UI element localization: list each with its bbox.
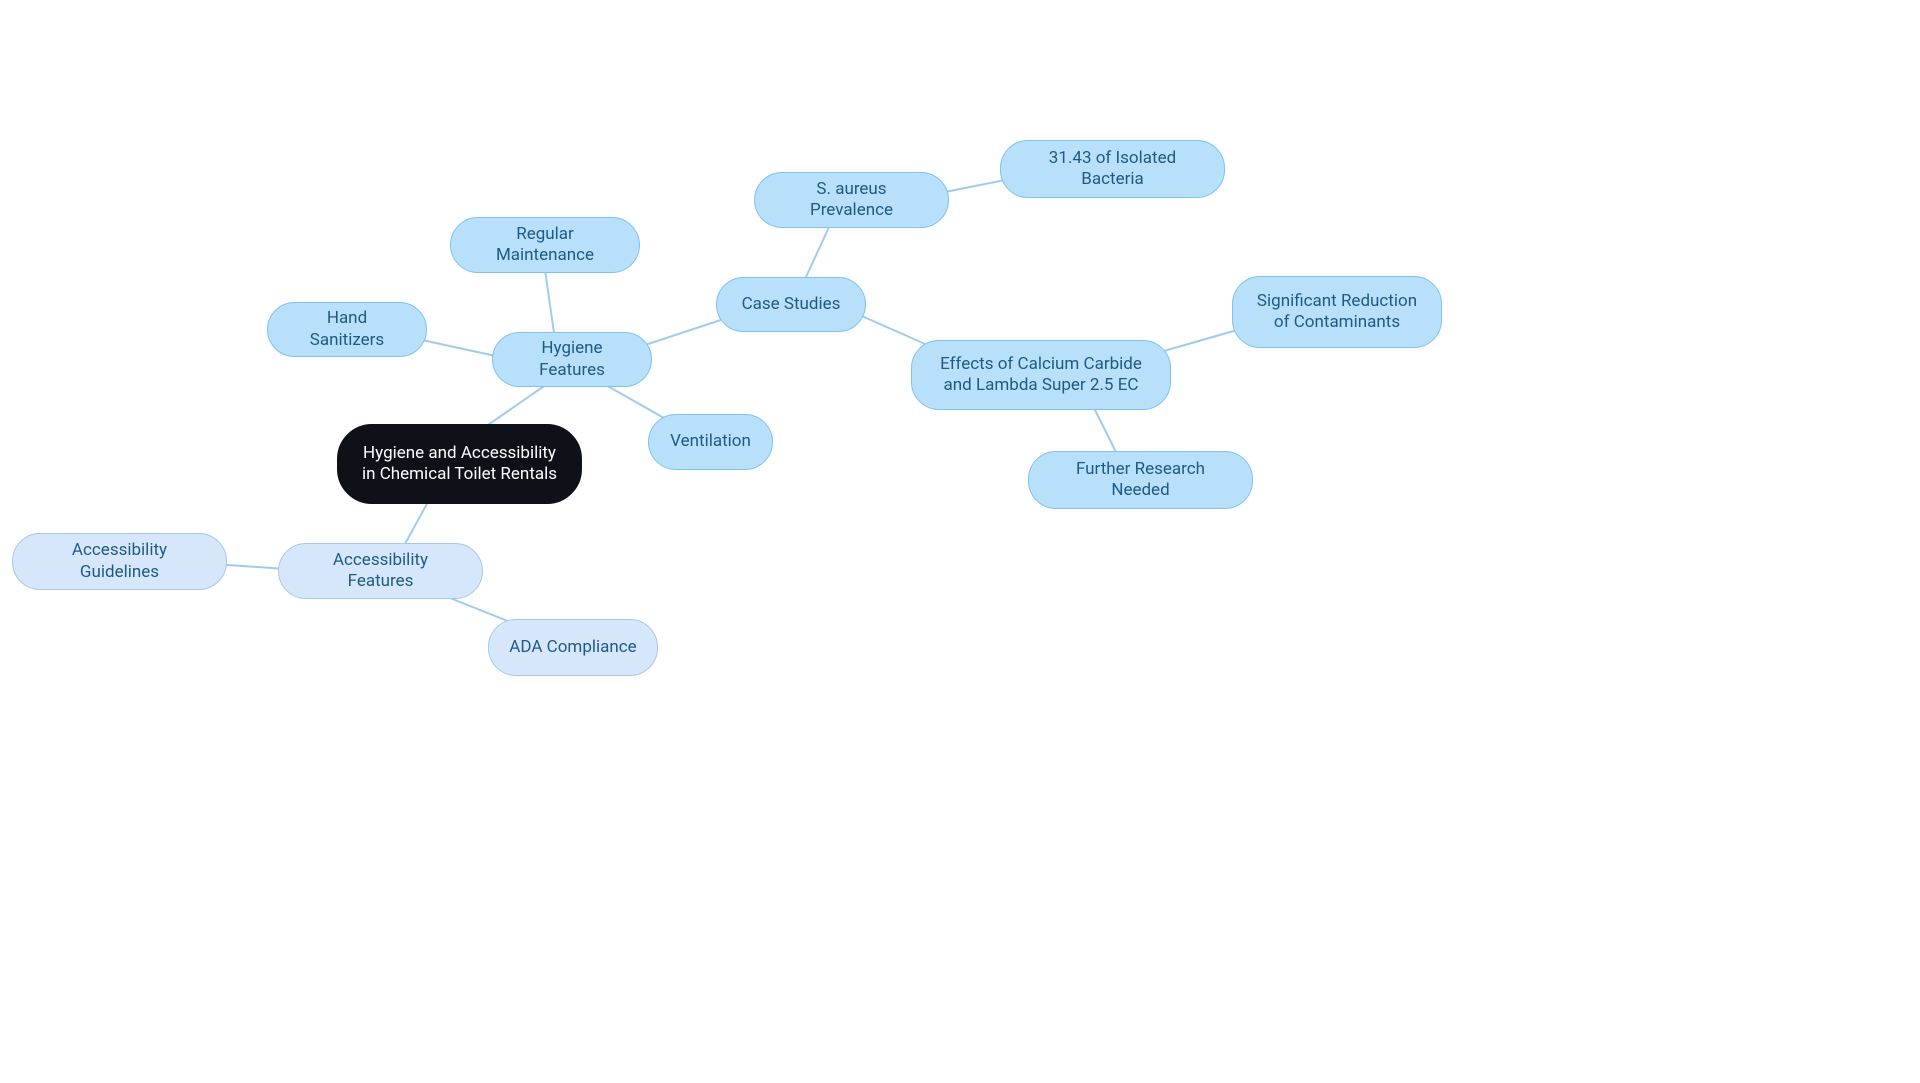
node-hygiene-features[interactable]: Hygiene Features xyxy=(492,332,652,387)
node-regular-maintenance[interactable]: Regular Maintenance xyxy=(450,217,640,273)
label-regular-maintenance: Regular Maintenance xyxy=(471,224,619,267)
label-ventilation: Ventilation xyxy=(670,431,751,452)
node-isolated-bacteria[interactable]: 31.43 of Isolated Bacteria xyxy=(1000,140,1225,198)
node-reduction-contaminants[interactable]: Significant Reduction of Contaminants xyxy=(1232,276,1442,348)
label-s-aureus: S. aureus Prevalence xyxy=(775,179,928,222)
label-hand-sanitizers: Hand Sanitizers xyxy=(288,308,406,351)
node-accessibility-guidelines[interactable]: Accessibility Guidelines xyxy=(12,533,227,590)
label-reduction-contaminants: Significant Reduction of Contaminants xyxy=(1253,291,1421,334)
node-ventilation[interactable]: Ventilation xyxy=(648,414,773,470)
edge-layer xyxy=(0,0,1920,1083)
label-hygiene-features: Hygiene Features xyxy=(513,338,631,381)
node-s-aureus[interactable]: S. aureus Prevalence xyxy=(754,172,949,228)
label-isolated-bacteria: 31.43 of Isolated Bacteria xyxy=(1021,148,1204,191)
node-further-research[interactable]: Further Research Needed xyxy=(1028,451,1253,509)
node-ada-compliance[interactable]: ADA Compliance xyxy=(488,619,658,676)
node-hand-sanitizers[interactable]: Hand Sanitizers xyxy=(267,302,427,357)
root-node[interactable]: Hygiene and Accessibility in Chemical To… xyxy=(337,424,582,504)
node-calcium-carbide[interactable]: Effects of Calcium Carbide and Lambda Su… xyxy=(911,340,1171,410)
label-further-research: Further Research Needed xyxy=(1049,459,1232,502)
label-accessibility-features: Accessibility Features xyxy=(299,550,462,593)
label-case-studies: Case Studies xyxy=(742,294,841,315)
label-accessibility-guidelines: Accessibility Guidelines xyxy=(33,540,206,583)
mindmap-canvas: Hygiene and Accessibility in Chemical To… xyxy=(0,0,1920,1083)
label-ada-compliance: ADA Compliance xyxy=(509,637,636,658)
root-label: Hygiene and Accessibility in Chemical To… xyxy=(358,443,561,486)
label-calcium-carbide: Effects of Calcium Carbide and Lambda Su… xyxy=(932,354,1150,397)
node-accessibility-features[interactable]: Accessibility Features xyxy=(278,543,483,599)
node-case-studies[interactable]: Case Studies xyxy=(716,277,866,332)
